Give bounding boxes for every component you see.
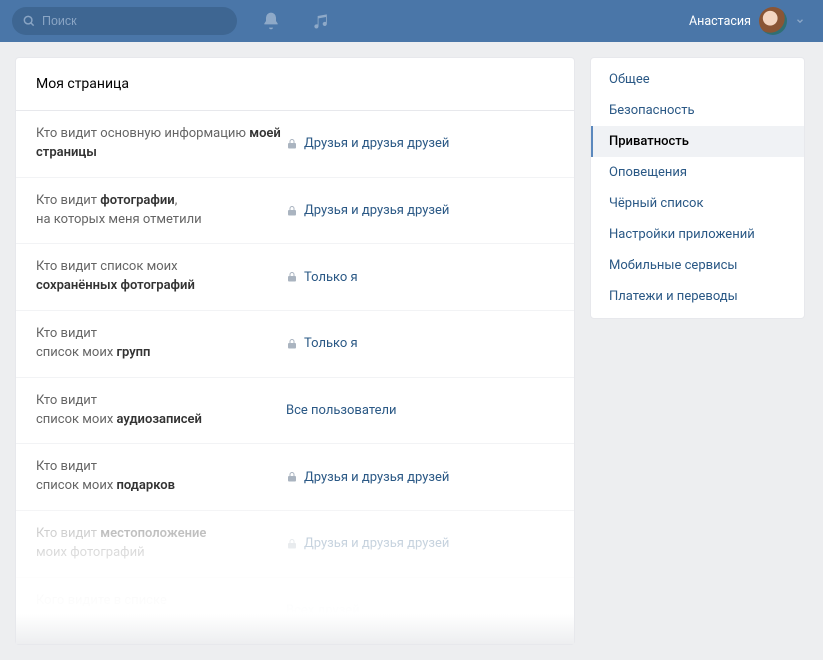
privacy-row[interactable]: Кого видите в спискемоих других скрытымВ… [16,578,574,644]
row-value[interactable]: Друзья и друзья друзей [286,470,449,485]
row-value[interactable]: Всех друзей [286,603,360,618]
value-text: Только я [304,270,358,285]
row-value[interactable]: Только я [286,270,358,285]
value-text: Друзья и друзья друзей [304,536,449,551]
sidebar-item[interactable]: Общее [591,64,804,95]
sidebar-item[interactable]: Безопасность [591,95,804,126]
privacy-row[interactable]: Кто видитсписок моих аудиозаписейВсе пол… [16,378,574,445]
lock-icon [286,538,298,550]
sidebar-item[interactable]: Мобильные сервисы [591,250,804,281]
row-value[interactable]: Друзья и друзья друзей [286,203,449,218]
sidebar-item[interactable]: Приватность [591,126,804,157]
row-value[interactable]: Все пользователи [286,403,397,418]
row-label: Кто видитсписок моих подарков [36,458,286,496]
header-icons [261,11,331,31]
avatar [759,7,787,35]
value-text: Все пользователи [286,403,397,418]
value-text: Друзья и друзья друзей [304,136,449,151]
lock-icon [286,271,298,283]
privacy-row[interactable]: Кто видит список моихсохранённых фотогра… [16,244,574,311]
row-label: Кто видит список моихсохранённых фотогра… [36,258,286,296]
privacy-row[interactable]: Кто видит основную информацию моей стран… [16,111,574,178]
row-label: Кто видит фотографии,на которых меня отм… [36,192,286,230]
bell-icon[interactable] [261,11,281,31]
privacy-row[interactable]: Кто видитсписок моих групп Только я [16,311,574,378]
privacy-row[interactable]: Кто видит местоположениемоих фотографий Д… [16,511,574,578]
value-text: Друзья и друзья друзей [304,470,449,485]
settings-panel: Моя страница Кто видит основную информац… [15,57,575,645]
row-value[interactable]: Друзья и друзья друзей [286,136,449,151]
sidebar-item[interactable]: Платежи и переводы [591,281,804,312]
search-input[interactable] [36,14,216,28]
lock-icon [286,138,298,150]
settings-sidebar: ОбщееБезопасностьПриватностьОповещенияЧё… [590,57,805,319]
search-box[interactable] [12,7,237,35]
row-label: Кто видит основную информацию моей стран… [36,125,286,163]
row-label: Кто видит местоположениемоих фотографий [36,525,286,563]
sidebar-item[interactable]: Чёрный список [591,188,804,219]
row-label: Кто видитсписок моих аудиозаписей [36,392,286,430]
search-icon [22,14,36,28]
section-title: Моя страница [16,58,574,111]
username: Анастасия [689,14,751,29]
privacy-row[interactable]: Кто видитсписок моих подарков Друзья и др… [16,444,574,511]
sidebar-item[interactable]: Оповещения [591,157,804,188]
row-value[interactable]: Только я [286,336,358,351]
value-text: Всех друзей [286,603,360,618]
music-icon[interactable] [311,11,331,31]
sidebar-item[interactable]: Настройки приложений [591,219,804,250]
lock-icon [286,205,298,217]
row-label: Кого видите в спискемоих других скрытым [36,592,286,630]
row-label: Кто видитсписок моих групп [36,325,286,363]
settings-rows: Кто видит основную информацию моей стран… [16,111,574,644]
value-text: Друзья и друзья друзей [304,203,449,218]
row-value[interactable]: Друзья и друзья друзей [286,536,449,551]
user-menu[interactable]: Анастасия [689,7,805,35]
privacy-row[interactable]: Кто видит фотографии,на которых меня отм… [16,178,574,245]
chevron-down-icon [795,16,805,26]
top-header: Анастасия [0,0,823,42]
lock-icon [286,338,298,350]
value-text: Только я [304,336,358,351]
content-container: Моя страница Кто видит основную информац… [0,42,823,660]
lock-icon [286,471,298,483]
